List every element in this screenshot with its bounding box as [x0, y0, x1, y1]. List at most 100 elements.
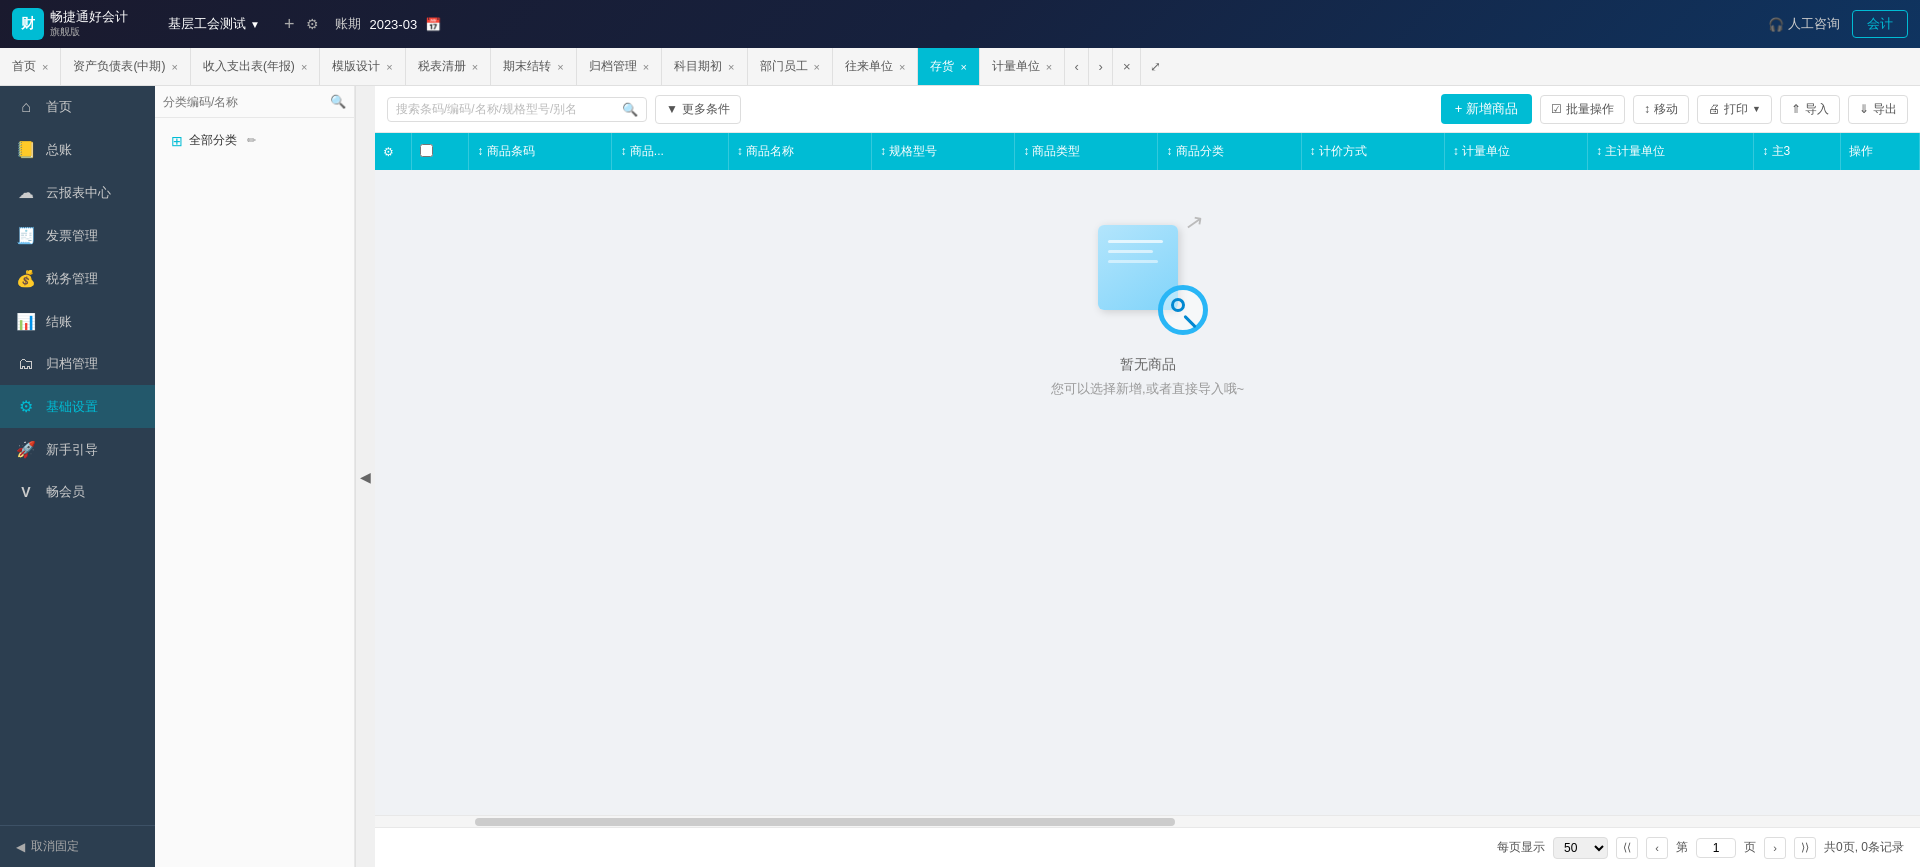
sidebar-item-settings[interactable]: ⚙ 基础设置: [0, 385, 155, 428]
company-selector[interactable]: 基层工会测试 ▼: [160, 11, 268, 37]
sidebar-item-invoice[interactable]: 🧾 发票管理: [0, 214, 155, 257]
sidebar-item-home[interactable]: ⌂ 首页: [0, 86, 155, 128]
app-name: 畅捷通好会计: [50, 9, 128, 25]
tab-dept[interactable]: 部门员工 ×: [748, 48, 833, 85]
collapse-btn[interactable]: ◀: [355, 86, 375, 867]
tab-inventory-close[interactable]: ×: [960, 61, 966, 73]
horizontal-scrollbar[interactable]: [375, 815, 1920, 827]
period-info: 账期 2023-03 📅: [335, 15, 441, 33]
sidebar-cancel-fixed[interactable]: ◀ 取消固定: [0, 825, 155, 867]
col-barcode[interactable]: ↕ 商品条码: [469, 133, 612, 170]
empty-state: ↗ 暂无商品 您可以选择新增,或者直接导入哦~: [375, 170, 1920, 438]
prev-page-btn[interactable]: ‹: [1646, 837, 1668, 859]
sidebar: ⌂ 首页 📒 总账 ☁ 云报表中心 🧾 发票管理 💰 税务管理 📊 结账 🗂 归…: [0, 86, 155, 867]
sidebar-item-ledger[interactable]: 📒 总账: [0, 128, 155, 171]
import-btn[interactable]: ⇑ 导入: [1780, 95, 1840, 124]
category-edit-icon[interactable]: ✏: [247, 134, 256, 147]
category-all-item[interactable]: ⊞ 全部分类 ✏: [163, 126, 346, 155]
tab-archive-close[interactable]: ×: [643, 61, 649, 73]
page-number-input[interactable]: [1696, 838, 1736, 858]
tab-period-close[interactable]: ×: [557, 61, 563, 73]
tab-template[interactable]: 模版设计 ×: [320, 48, 405, 85]
tab-partner-close[interactable]: ×: [899, 61, 905, 73]
col-num3[interactable]: ↕ 主3: [1754, 133, 1841, 170]
account-button[interactable]: 会计: [1852, 10, 1908, 38]
tab-next-btn[interactable]: ›: [1089, 48, 1113, 85]
tab-unit-close[interactable]: ×: [1046, 61, 1052, 73]
tab-close-all-btn[interactable]: ×: [1113, 48, 1141, 85]
calendar-icon[interactable]: 📅: [425, 17, 441, 32]
sidebar-item-archive[interactable]: 🗂 归档管理: [0, 343, 155, 385]
last-page-btn[interactable]: ⟩⟩: [1794, 837, 1816, 859]
move-btn[interactable]: ↕ 移动: [1633, 95, 1689, 124]
search-icon: 🔍: [330, 94, 346, 109]
first-page-btn[interactable]: ⟨⟨: [1616, 837, 1638, 859]
tab-taxclear-close[interactable]: ×: [472, 61, 478, 73]
service-button[interactable]: 🎧 人工咨询: [1768, 15, 1840, 33]
col-unit[interactable]: ↕ 计量单位: [1444, 133, 1587, 170]
sidebar-item-tax[interactable]: 💰 税务管理: [0, 257, 155, 300]
filter-more-btn[interactable]: ▼ 更多条件: [655, 95, 741, 124]
col-spec[interactable]: ↕ 规格型号: [871, 133, 1014, 170]
tab-home[interactable]: 首页 ×: [0, 48, 61, 85]
col-spec-label: ↕ 规格型号: [880, 144, 937, 158]
col-main-unit[interactable]: ↕ 主计量单位: [1587, 133, 1753, 170]
tab-dept-close[interactable]: ×: [814, 61, 820, 73]
main-search-input[interactable]: [396, 102, 616, 116]
col-category[interactable]: ↕ 商品分类: [1158, 133, 1301, 170]
archive-icon: 🗂: [16, 355, 36, 373]
col-name-label: ↕ 商品名称: [737, 144, 794, 158]
settings-btn[interactable]: ⚙: [306, 16, 319, 32]
tab-balance-close[interactable]: ×: [171, 61, 177, 73]
print-btn[interactable]: 🖨 打印 ▼: [1697, 95, 1772, 124]
col-name[interactable]: ↕ 商品名称: [728, 133, 871, 170]
col-settings[interactable]: ⚙: [375, 133, 411, 170]
add-company-btn[interactable]: +: [284, 14, 295, 35]
tab-taxclear[interactable]: 税表清册 ×: [406, 48, 491, 85]
search-submit-icon[interactable]: 🔍: [622, 102, 638, 117]
col-code[interactable]: ↕ 商品...: [612, 133, 728, 170]
tab-archive[interactable]: 归档管理 ×: [577, 48, 662, 85]
category-search-input[interactable]: [163, 95, 326, 109]
col-checkbox[interactable]: [411, 133, 469, 170]
tab-fullscreen-btn[interactable]: ⤢: [1141, 48, 1169, 85]
left-panel-body: ⊞ 全部分类 ✏: [155, 118, 354, 867]
headset-icon: 🎧: [1768, 17, 1784, 32]
per-page-select[interactable]: 50 10 20 100: [1553, 837, 1608, 859]
tab-balance[interactable]: 资产负债表(中期) ×: [61, 48, 190, 85]
tab-unit[interactable]: 计量单位 ×: [980, 48, 1065, 85]
tab-partner-label: 往来单位: [845, 58, 893, 75]
col-pricing[interactable]: ↕ 计价方式: [1301, 133, 1444, 170]
doc-line1: [1108, 240, 1163, 243]
tab-subject-close[interactable]: ×: [728, 61, 734, 73]
sidebar-item-closing[interactable]: 📊 结账: [0, 300, 155, 343]
tab-prev-btn[interactable]: ‹: [1065, 48, 1089, 85]
ledger-icon: 📒: [16, 140, 36, 159]
export-btn[interactable]: ⇓ 导出: [1848, 95, 1908, 124]
tab-unit-label: 计量单位: [992, 58, 1040, 75]
next-page-btn[interactable]: ›: [1764, 837, 1786, 859]
sidebar-item-guide[interactable]: 🚀 新手引导: [0, 428, 155, 471]
tab-home-close[interactable]: ×: [42, 61, 48, 73]
tab-income[interactable]: 收入支出表(年报) ×: [191, 48, 320, 85]
tab-home-label: 首页: [12, 58, 36, 75]
tax-icon: 💰: [16, 269, 36, 288]
grid-icon: ⊞: [171, 133, 183, 149]
tab-subject[interactable]: 科目期初 ×: [662, 48, 747, 85]
content-wrapper: 🔍 ⊞ 全部分类 ✏ ◀ 🔍 ▼ 更多条: [155, 86, 1920, 867]
tab-income-close[interactable]: ×: [301, 61, 307, 73]
batch-op-btn[interactable]: ☑ 批量操作: [1540, 95, 1625, 124]
sidebar-item-reports[interactable]: ☁ 云报表中心: [0, 171, 155, 214]
left-panel-search-area: 🔍: [155, 86, 354, 118]
new-item-btn[interactable]: + 新增商品: [1441, 94, 1532, 124]
tab-partner[interactable]: 往来单位 ×: [833, 48, 918, 85]
col-code-label: ↕ 商品...: [620, 144, 663, 158]
scroll-thumb[interactable]: [475, 818, 1175, 826]
tab-inventory[interactable]: 存货 ×: [918, 48, 979, 85]
col-barcode-label: ↕ 商品条码: [477, 144, 534, 158]
select-all-checkbox[interactable]: [420, 144, 433, 157]
sidebar-item-member[interactable]: V 畅会员: [0, 471, 155, 513]
col-type[interactable]: ↕ 商品类型: [1015, 133, 1158, 170]
tab-period[interactable]: 期末结转 ×: [491, 48, 576, 85]
tab-template-close[interactable]: ×: [386, 61, 392, 73]
